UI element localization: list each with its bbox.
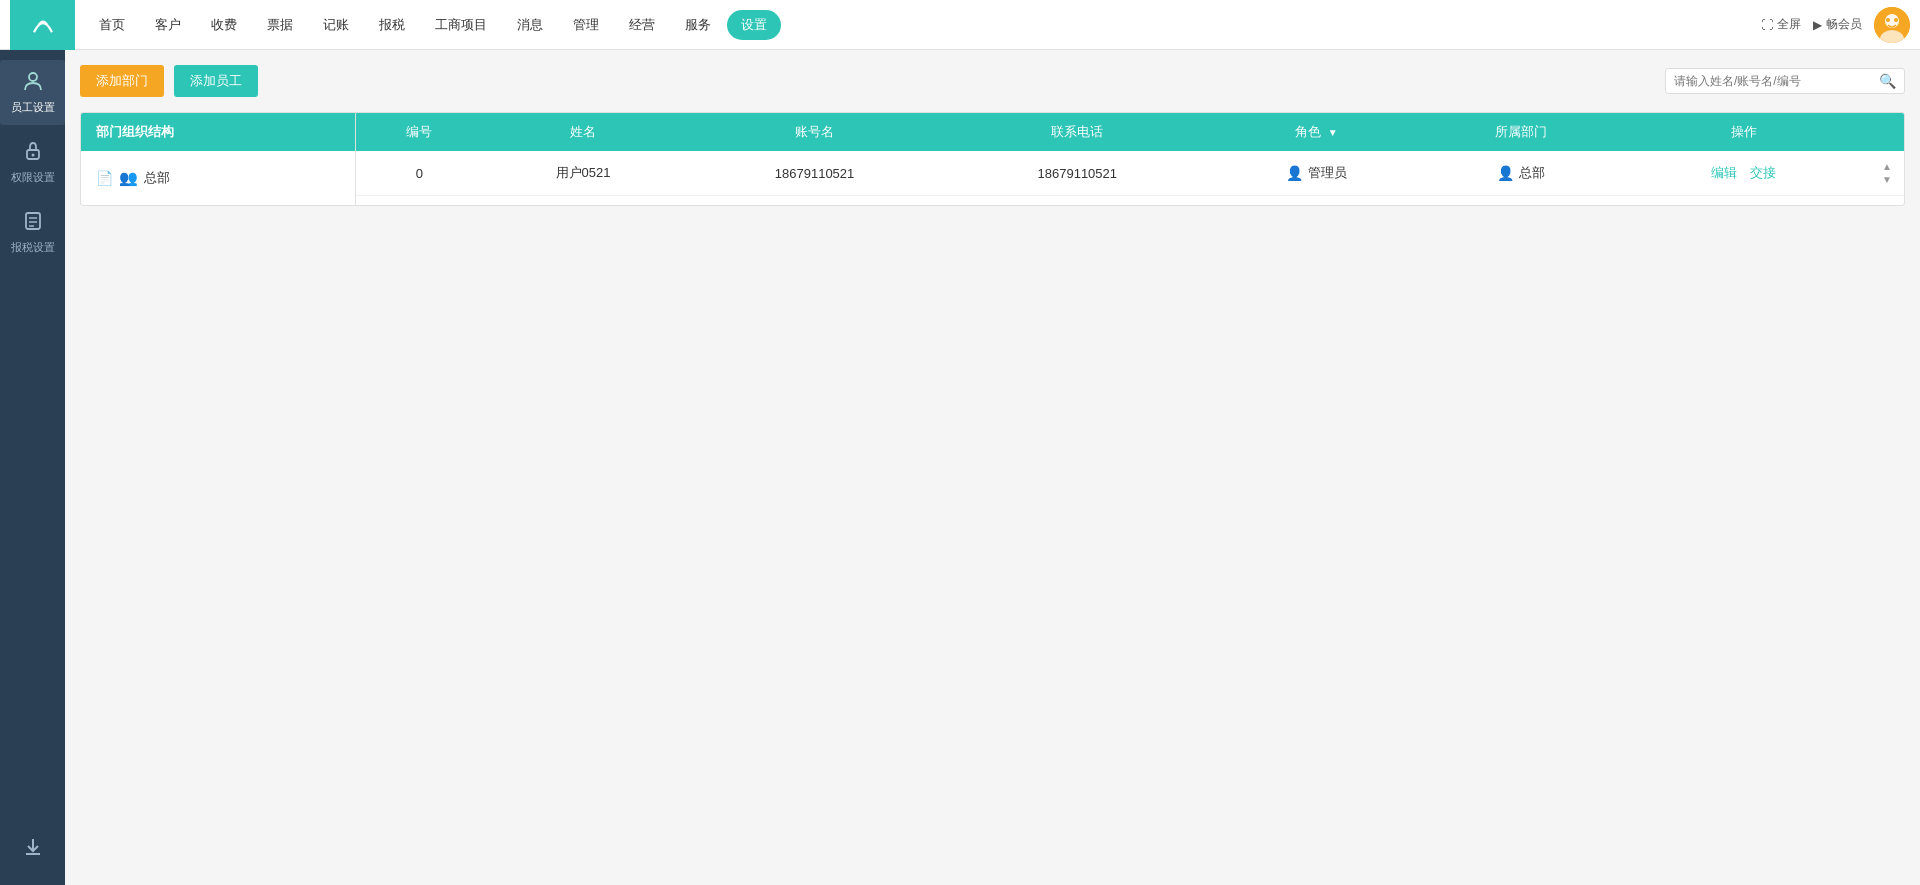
table-row: 0 用户0521 18679110521 18679110521 👤 管理员 xyxy=(356,151,1904,196)
dept-tree-header: 部门组织结构 xyxy=(81,113,355,151)
search-icon[interactable]: 🔍 xyxy=(1879,73,1896,89)
col-header-phone: 联系电话 xyxy=(946,113,1209,151)
nav-items: 首页 客户 收费 票据 记账 报税 工商项目 消息 管理 经营 服务 设置 xyxy=(85,10,1761,40)
taxsettings-icon xyxy=(22,210,44,235)
add-dept-button[interactable]: 添加部门 xyxy=(80,65,164,97)
nav-tax[interactable]: 报税 xyxy=(365,10,419,40)
svg-point-0 xyxy=(26,8,58,40)
cell-id: 0 xyxy=(356,151,483,196)
table-header-row: 编号 姓名 账号名 联系电话 角色 ▼ 所属部门 操作 xyxy=(356,113,1904,151)
fullscreen-icon: ⛶ xyxy=(1761,18,1773,32)
dept-user-icon: 👥 xyxy=(119,169,138,187)
employee-icon xyxy=(22,70,44,95)
col-header-name: 姓名 xyxy=(483,113,683,151)
member-btn[interactable]: ▶ 畅会员 xyxy=(1813,16,1862,33)
cell-scroll: ▲ ▼ xyxy=(1870,151,1904,196)
cell-phone: 18679110521 xyxy=(946,151,1209,196)
emp-table-wrapper: 编号 姓名 账号名 联系电话 角色 ▼ 所属部门 操作 xyxy=(356,113,1904,205)
nav-manage[interactable]: 管理 xyxy=(559,10,613,40)
add-emp-button[interactable]: 添加员工 xyxy=(174,65,258,97)
nav-commerce[interactable]: 工商项目 xyxy=(421,10,501,40)
fullscreen-label: 全屏 xyxy=(1777,16,1801,33)
scroll-down-btn[interactable]: ▼ xyxy=(1882,174,1892,185)
svg-point-5 xyxy=(1894,18,1898,22)
emp-table: 编号 姓名 账号名 联系电话 角色 ▼ 所属部门 操作 xyxy=(356,113,1904,196)
toolbar: 添加部门 添加员工 🔍 xyxy=(80,65,1905,97)
col-scroll xyxy=(1870,113,1904,151)
sidebar-download-btn[interactable] xyxy=(0,826,65,870)
dept-person-icon: 👤 xyxy=(1497,165,1514,181)
transfer-action-link[interactable]: 交接 xyxy=(1750,165,1776,180)
nav-customer[interactable]: 客户 xyxy=(141,10,195,40)
scroll-up-btn[interactable]: ▲ xyxy=(1882,161,1892,172)
cell-actions: 编辑 交接 xyxy=(1617,151,1870,196)
top-nav: 首页 客户 收费 票据 记账 报税 工商项目 消息 管理 经营 服务 设置 ⛶ … xyxy=(0,0,1920,50)
fullscreen-btn[interactable]: ⛶ 全屏 xyxy=(1761,16,1801,33)
role-icon: 👤 xyxy=(1286,165,1303,181)
cell-account: 18679110521 xyxy=(683,151,946,196)
sidebar-employee-label: 员工设置 xyxy=(11,100,55,115)
cell-name: 用户0521 xyxy=(483,151,683,196)
sidebar-taxsettings-label: 报税设置 xyxy=(11,240,55,255)
col-header-account: 账号名 xyxy=(683,113,946,151)
sidebar-permission-label: 权限设置 xyxy=(11,170,55,185)
dept-tree-body: 📄 👥 总部 xyxy=(81,151,355,205)
col-header-dept: 所属部门 xyxy=(1424,113,1617,151)
nav-service[interactable]: 服务 xyxy=(671,10,725,40)
sidebar-item-permission[interactable]: 权限设置 xyxy=(0,130,65,195)
nav-home[interactable]: 首页 xyxy=(85,10,139,40)
main-layout: 员工设置 权限设置 报税设置 xyxy=(0,50,1920,885)
nav-invoice[interactable]: 票据 xyxy=(253,10,307,40)
svg-point-6 xyxy=(29,73,37,81)
nav-right: ⛶ 全屏 ▶ 畅会员 xyxy=(1761,7,1910,43)
edit-action-link[interactable]: 编辑 xyxy=(1711,165,1737,180)
content-area: 添加部门 添加员工 🔍 部门组织结构 📄 👥 总部 xyxy=(65,50,1920,885)
member-icon: ▶ xyxy=(1813,18,1822,32)
nav-account[interactable]: 记账 xyxy=(309,10,363,40)
dept-file-icon: 📄 xyxy=(96,170,113,186)
main-panel: 部门组织结构 📄 👥 总部 编号 姓名 账号名 xyxy=(80,112,1905,206)
nav-fee[interactable]: 收费 xyxy=(197,10,251,40)
nav-message[interactable]: 消息 xyxy=(503,10,557,40)
nav-settings[interactable]: 设置 xyxy=(727,10,781,40)
search-input[interactable] xyxy=(1674,74,1874,88)
member-label: 畅会员 xyxy=(1826,16,1862,33)
sidebar-item-employee[interactable]: 员工设置 xyxy=(0,60,65,125)
cell-dept: 👤 总部 xyxy=(1424,151,1617,196)
avatar[interactable] xyxy=(1874,7,1910,43)
permission-icon xyxy=(22,140,44,165)
col-header-id: 编号 xyxy=(356,113,483,151)
col-header-role: 角色 ▼ xyxy=(1209,113,1425,151)
dept-item-label: 总部 xyxy=(144,169,170,187)
svg-point-4 xyxy=(1886,18,1890,22)
dept-item-general[interactable]: 📄 👥 总部 xyxy=(81,161,355,195)
nav-operation[interactable]: 经营 xyxy=(615,10,669,40)
cell-role: 👤 管理员 xyxy=(1209,151,1425,196)
role-filter-icon[interactable]: ▼ xyxy=(1328,127,1338,138)
download-icon xyxy=(22,836,44,860)
svg-point-8 xyxy=(31,154,34,157)
sidebar-item-taxsettings[interactable]: 报税设置 xyxy=(0,200,65,265)
col-header-action: 操作 xyxy=(1617,113,1870,151)
dept-tree: 部门组织结构 📄 👥 总部 xyxy=(81,113,356,205)
search-box: 🔍 xyxy=(1665,68,1905,94)
logo xyxy=(10,0,75,50)
sidebar: 员工设置 权限设置 报税设置 xyxy=(0,50,65,885)
